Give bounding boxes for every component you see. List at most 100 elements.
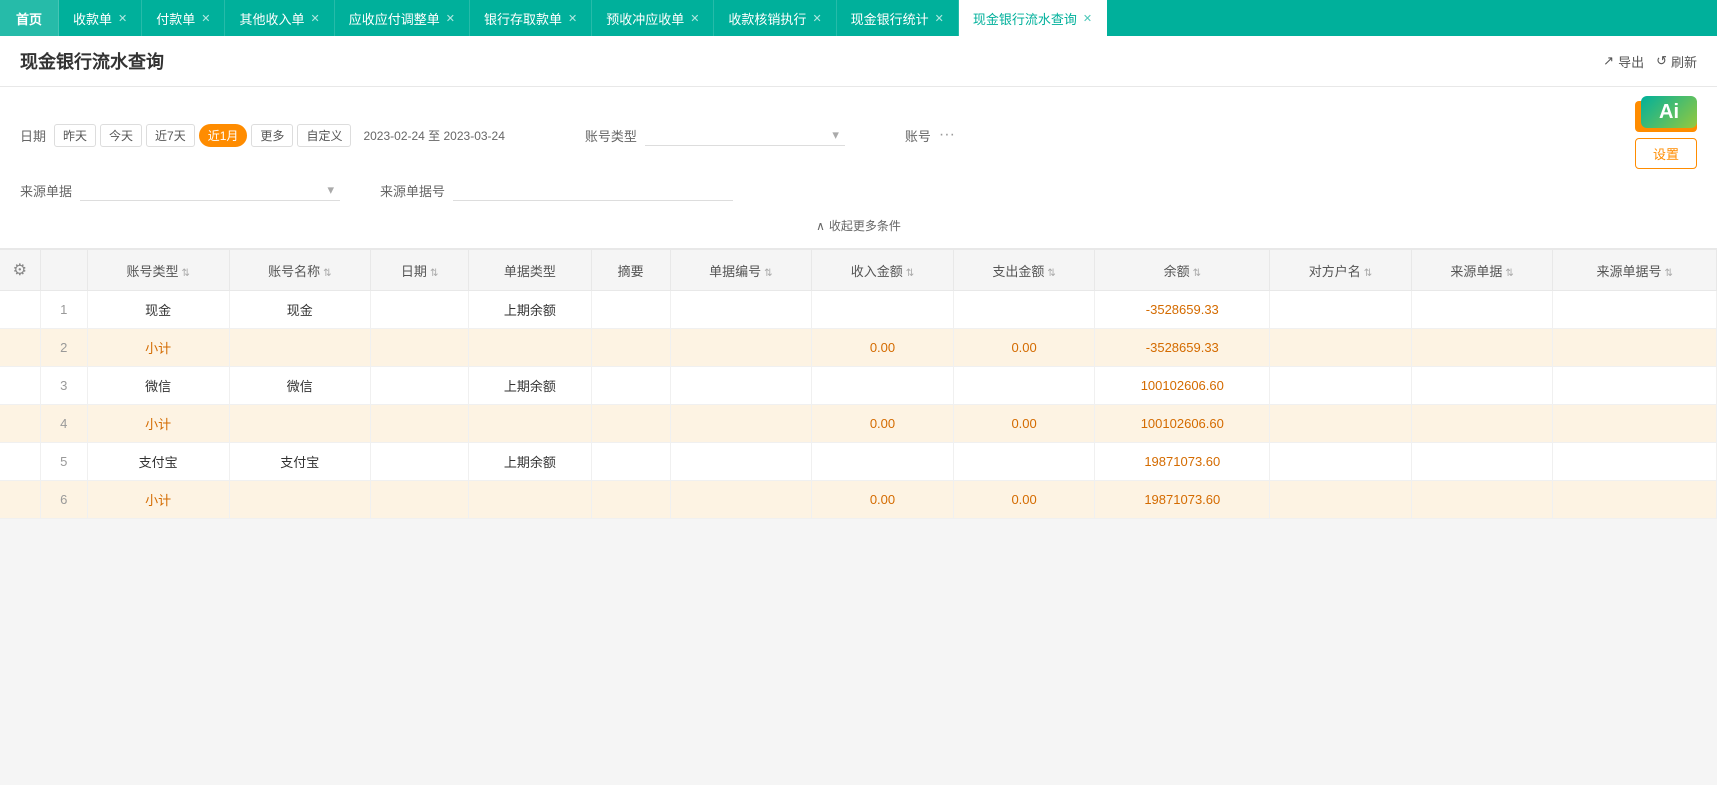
settings-icon[interactable]: ⚙ (13, 262, 27, 279)
date-option-button[interactable]: 昨天 (54, 124, 96, 147)
row-date (371, 481, 469, 519)
table-row: 5支付宝支付宝上期余额19871073.60 (0, 443, 1717, 481)
row-source-doc-no (1553, 481, 1717, 519)
settings-button[interactable]: 设置 (1635, 138, 1697, 169)
nav-tab[interactable]: 收款单✕ (59, 0, 142, 36)
row-expense: 0.00 (953, 329, 1095, 367)
row-source-doc-no (1553, 405, 1717, 443)
column-header-doc_no[interactable]: 单据编号⇅ (670, 250, 812, 291)
row-doc-type (469, 405, 592, 443)
row-balance: -3528659.33 (1095, 329, 1270, 367)
date-option-button[interactable]: 自定义 (297, 124, 351, 147)
account-type-filter: 账号类型 ▾ (585, 125, 845, 146)
row-account-type: 小计 (87, 481, 229, 519)
row-summary (591, 405, 670, 443)
nav-home[interactable]: 首页 (0, 0, 59, 36)
column-header-source_doc[interactable]: 来源单据⇅ (1411, 250, 1553, 291)
tab-close-icon[interactable]: ✕ (311, 12, 320, 25)
ai-badge[interactable]: Ai (1641, 96, 1697, 128)
row-account-name: 微信 (229, 367, 371, 405)
tab-close-icon[interactable]: ✕ (812, 12, 821, 25)
nav-tab[interactable]: 银行存取款单✕ (470, 0, 592, 36)
col-label: 账号名称 (268, 264, 320, 279)
row-account-name (229, 405, 371, 443)
column-header-income[interactable]: 收入金额⇅ (812, 250, 954, 291)
source-doc-select[interactable]: ▾ (80, 180, 340, 201)
column-header-counterparty[interactable]: 对方户名⇅ (1270, 250, 1412, 291)
row-account-name (229, 329, 371, 367)
row-number: 5 (40, 443, 87, 481)
source-doc-num-input[interactable] (453, 179, 733, 201)
row-counterparty (1270, 481, 1412, 519)
nav-tab[interactable]: 现金银行统计✕ (837, 0, 959, 36)
row-account-type: 支付宝 (87, 443, 229, 481)
col-label: 余额 (1164, 264, 1190, 279)
column-header-num (40, 250, 87, 291)
sort-icon: ⇅ (1665, 268, 1673, 279)
row-income: 0.00 (812, 405, 954, 443)
date-option-button[interactable]: 近1月 (199, 124, 248, 147)
column-header-account_type[interactable]: 账号类型⇅ (87, 250, 229, 291)
tab-close-icon[interactable]: ✕ (446, 12, 455, 25)
collapse-bar[interactable]: ∧ 收起更多条件 (20, 211, 1697, 238)
source-doc-num-filter: 来源单据号 (380, 179, 733, 201)
row-income: 0.00 (812, 329, 954, 367)
nav-tab[interactable]: 收款核销执行✕ (714, 0, 836, 36)
row-source-doc (1411, 405, 1553, 443)
account-dots[interactable]: ··· (939, 126, 955, 144)
row-date (371, 405, 469, 443)
column-header-summary: 摘要 (591, 250, 670, 291)
tab-close-icon[interactable]: ✕ (118, 12, 127, 25)
nav-tab[interactable]: 其他收入单✕ (225, 0, 334, 36)
column-header-doc_type: 单据类型 (469, 250, 592, 291)
date-buttons: 昨天今天近7天近1月更多自定义 (54, 124, 351, 147)
account-type-select[interactable]: ▾ (645, 125, 845, 146)
row-source-doc-no (1553, 367, 1717, 405)
row-doc-no (670, 291, 812, 329)
data-table: ⚙账号类型⇅账号名称⇅日期⇅单据类型摘要单据编号⇅收入金额⇅支出金额⇅余额⇅对方… (0, 249, 1717, 519)
column-header-settings: ⚙ (0, 250, 40, 291)
tab-close-icon[interactable]: ✕ (568, 12, 577, 25)
row-expense (953, 291, 1095, 329)
account-label: 账号 (905, 126, 931, 145)
row-date (371, 443, 469, 481)
refresh-button[interactable]: ↺ 刷新 (1656, 52, 1697, 71)
row-settings (0, 367, 40, 405)
row-source-doc (1411, 329, 1553, 367)
date-option-button[interactable]: 近7天 (146, 124, 195, 147)
table-row: 6小计0.000.0019871073.60 (0, 481, 1717, 519)
column-header-account_name[interactable]: 账号名称⇅ (229, 250, 371, 291)
row-source-doc-no (1553, 291, 1717, 329)
column-header-date[interactable]: 日期⇅ (371, 250, 469, 291)
row-balance: 100102606.60 (1095, 405, 1270, 443)
row-expense: 0.00 (953, 481, 1095, 519)
tab-close-icon[interactable]: ✕ (935, 12, 944, 25)
row-income: 0.00 (812, 481, 954, 519)
tab-close-icon[interactable]: ✕ (690, 12, 699, 25)
nav-tab[interactable]: 应收应付调整单✕ (335, 0, 470, 36)
nav-tab[interactable]: 预收冲应收单✕ (592, 0, 714, 36)
row-number: 4 (40, 405, 87, 443)
column-header-balance[interactable]: 余额⇅ (1095, 250, 1270, 291)
nav-tab[interactable]: 付款单✕ (142, 0, 225, 36)
header-actions: ↗ 导出 ↺ 刷新 (1603, 52, 1697, 71)
column-header-expense[interactable]: 支出金额⇅ (953, 250, 1095, 291)
column-header-source_doc_no[interactable]: 来源单据号⇅ (1553, 250, 1717, 291)
col-label: 收入金额 (851, 264, 903, 279)
row-number: 3 (40, 367, 87, 405)
date-option-button[interactable]: 更多 (251, 124, 293, 147)
date-option-button[interactable]: 今天 (100, 124, 142, 147)
row-account-type: 微信 (87, 367, 229, 405)
tab-close-icon[interactable]: ✕ (1083, 12, 1092, 25)
row-doc-no (670, 443, 812, 481)
row-settings (0, 291, 40, 329)
sort-icon: ⇅ (430, 268, 438, 279)
row-doc-type: 上期余额 (469, 291, 592, 329)
row-summary (591, 443, 670, 481)
sort-icon: ⇅ (1193, 268, 1201, 279)
tab-close-icon[interactable]: ✕ (201, 12, 210, 25)
nav-tab[interactable]: 现金银行流水查询 ✕ (959, 0, 1107, 36)
export-button[interactable]: ↗ 导出 (1603, 52, 1644, 71)
tab-label: 现金银行流水查询 (973, 9, 1077, 28)
nav-home-label: 首页 (16, 9, 42, 28)
